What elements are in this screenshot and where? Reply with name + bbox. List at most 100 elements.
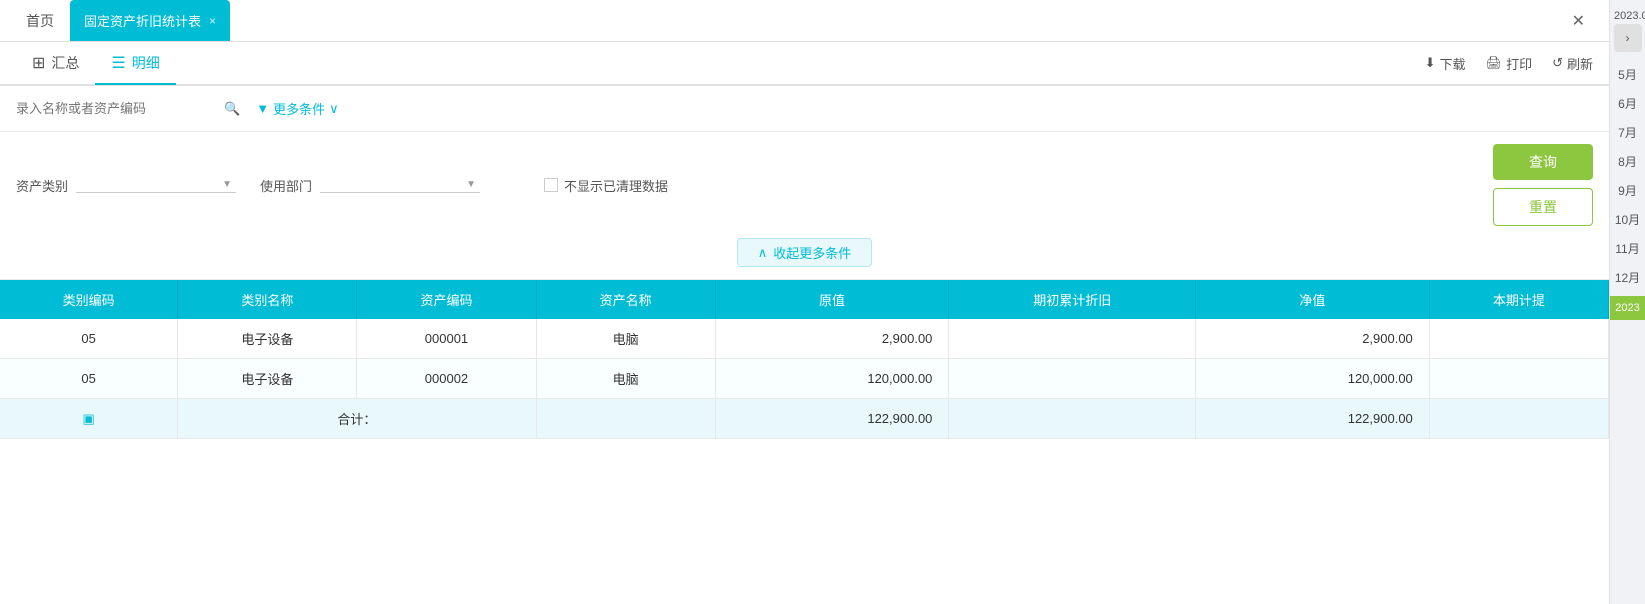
tab-active[interactable]: 固定资产折旧统计表 × bbox=[70, 0, 230, 41]
col-asset-code: 资产编码 bbox=[357, 280, 536, 319]
cell-net-value: 120,000.00 bbox=[1196, 359, 1430, 399]
department-select[interactable]: ▼ bbox=[320, 177, 480, 193]
total-label-cell: 合计： bbox=[178, 399, 536, 439]
cell-net-value: 2,900.00 bbox=[1196, 319, 1430, 359]
tab-detail[interactable]: ☰ 明细 bbox=[95, 43, 175, 85]
sidebar-month-item[interactable]: 9月 bbox=[1615, 176, 1640, 205]
col-category-code: 类别编码 bbox=[0, 280, 178, 319]
table-row: 05 电子设备 000001 电脑 2,900.00 2,900.00 bbox=[0, 319, 1609, 359]
tab-detail-label: 明细 bbox=[132, 53, 160, 73]
department-field: 使用部门 ▼ bbox=[260, 176, 480, 195]
table-container: 类别编码 类别名称 资产编码 资产名称 原值 期初累计折旧 净值 本期计提 05… bbox=[0, 280, 1609, 604]
collapse-btn-area: ∧ 收起更多条件 bbox=[16, 238, 1593, 267]
asset-category-label: 资产类别 bbox=[16, 176, 68, 195]
total-accumulated-depreciation bbox=[949, 399, 1196, 439]
hide-cleared-checkbox[interactable] bbox=[544, 178, 558, 192]
table-total-row: ▣ 合计： 122,900.00 122,900.00 bbox=[0, 399, 1609, 439]
sidebar-month-item[interactable]: 10月 bbox=[1615, 205, 1640, 234]
sidebar-year[interactable]: 2023 bbox=[1610, 296, 1645, 320]
sidebar-month-item[interactable]: 5月 bbox=[1615, 60, 1640, 89]
col-net-value: 净值 bbox=[1196, 280, 1430, 319]
refresh-icon: ↺ bbox=[1552, 55, 1563, 71]
detail-icon: ☰ bbox=[111, 53, 125, 73]
refresh-btn[interactable]: ↺ 刷新 bbox=[1552, 54, 1593, 73]
col-current-depreciation: 本期计提 bbox=[1429, 280, 1608, 319]
filter-area: 资产类别 ▼ 使用部门 ▼ 不显示已清理数据 查询 重置 bbox=[0, 132, 1609, 280]
filter-row: 资产类别 ▼ 使用部门 ▼ 不显示已清理数据 查询 重置 bbox=[16, 144, 1593, 226]
download-label: 下载 bbox=[1440, 54, 1466, 73]
cell-category-name: 电子设备 bbox=[178, 359, 357, 399]
sidebar-months: 5月6月7月8月9月10月11月12月 bbox=[1615, 60, 1640, 292]
sidebar-month-item[interactable]: 8月 bbox=[1615, 147, 1640, 176]
download-icon: ⬇ bbox=[1425, 55, 1436, 71]
cell-asset-code: 000002 bbox=[357, 359, 536, 399]
cell-category-name: 电子设备 bbox=[178, 319, 357, 359]
tab-active-label: 固定资产折旧统计表 bbox=[84, 11, 201, 30]
cell-current-depreciation bbox=[1429, 359, 1608, 399]
summary-icon: ⊞ bbox=[32, 53, 45, 73]
sidebar-expand-btn[interactable]: › bbox=[1614, 24, 1642, 52]
collapse-btn[interactable]: ∧ 收起更多条件 bbox=[737, 238, 873, 267]
hide-cleared-label: 不显示已清理数据 bbox=[564, 176, 668, 195]
total-icon-cell: ▣ bbox=[0, 399, 178, 439]
right-sidebar: 2023.01 › 5月6月7月8月9月10月11月12月 2023 bbox=[1609, 0, 1645, 604]
sidebar-month-item[interactable]: 12月 bbox=[1615, 263, 1640, 292]
col-asset-name: 资产名称 bbox=[536, 280, 715, 319]
sidebar-month-item[interactable]: 7月 bbox=[1615, 118, 1640, 147]
print-label: 打印 bbox=[1506, 54, 1532, 73]
download-btn[interactable]: ⬇ 下载 bbox=[1425, 54, 1466, 73]
chevron-down-icon: ∨ bbox=[329, 101, 339, 117]
refresh-label: 刷新 bbox=[1567, 54, 1593, 73]
filter-icon: ▼ bbox=[256, 101, 269, 116]
cell-asset-name: 电脑 bbox=[536, 319, 715, 359]
table-row: 05 电子设备 000002 电脑 120,000.00 120,000.00 bbox=[0, 359, 1609, 399]
col-accumulated-depreciation: 期初累计折旧 bbox=[949, 280, 1196, 319]
cell-category-code: 05 bbox=[0, 319, 178, 359]
cell-accumulated-depreciation bbox=[949, 359, 1196, 399]
search-icon[interactable]: 🔍 bbox=[224, 101, 240, 117]
total-empty1 bbox=[536, 399, 715, 439]
print-btn[interactable]: 🖨 打印 bbox=[1486, 54, 1533, 73]
reset-button[interactable]: 重置 bbox=[1493, 188, 1593, 226]
cell-original-value: 2,900.00 bbox=[715, 319, 949, 359]
department-label: 使用部门 bbox=[260, 176, 312, 195]
collapse-icon: ∧ bbox=[758, 245, 768, 261]
total-net-value: 122,900.00 bbox=[1196, 399, 1430, 439]
table-body: 05 电子设备 000001 电脑 2,900.00 2,900.00 05 电… bbox=[0, 319, 1609, 439]
more-conditions-btn[interactable]: ▼ 更多条件 ∨ bbox=[256, 99, 338, 118]
cell-current-depreciation bbox=[1429, 319, 1608, 359]
tab-home[interactable]: 首页 bbox=[10, 0, 70, 41]
cell-original-value: 120,000.00 bbox=[715, 359, 949, 399]
tab-summary[interactable]: ⊞ 汇总 bbox=[16, 43, 95, 85]
sub-tab-bar: ⊞ 汇总 ☰ 明细 ⬇ 下载 🖨 打印 ↺ 刷新 bbox=[0, 42, 1609, 86]
tab-close-btn[interactable]: × bbox=[209, 14, 216, 28]
asset-category-select[interactable]: ▼ bbox=[76, 177, 236, 193]
sidebar-date-label: 2023.01 bbox=[1610, 8, 1645, 24]
sidebar-month-item[interactable]: 6月 bbox=[1615, 89, 1640, 118]
total-original-value: 122,900.00 bbox=[715, 399, 949, 439]
cell-asset-name: 电脑 bbox=[536, 359, 715, 399]
sidebar-month-item[interactable]: 11月 bbox=[1615, 234, 1640, 263]
more-conditions-label: 更多条件 bbox=[273, 99, 325, 118]
search-bar: 🔍 ▼ 更多条件 ∨ bbox=[0, 86, 1609, 132]
tab-bar: 首页 固定资产折旧统计表 × ✕ bbox=[0, 0, 1609, 42]
cell-accumulated-depreciation bbox=[949, 319, 1196, 359]
collapse-label: 收起更多条件 bbox=[773, 243, 851, 262]
sub-tab-actions: ⬇ 下载 🖨 打印 ↺ 刷新 bbox=[1425, 54, 1593, 73]
table-header: 类别编码 类别名称 资产编码 资产名称 原值 期初累计折旧 净值 本期计提 bbox=[0, 280, 1609, 319]
department-arrow: ▼ bbox=[466, 179, 476, 190]
asset-category-field: 资产类别 ▼ bbox=[16, 176, 236, 195]
window-close-btn[interactable]: ✕ bbox=[1558, 3, 1599, 39]
cell-asset-code: 000001 bbox=[357, 319, 536, 359]
tab-summary-label: 汇总 bbox=[51, 53, 79, 73]
asset-category-arrow: ▼ bbox=[222, 179, 232, 190]
total-current-depreciation bbox=[1429, 399, 1608, 439]
filter-buttons: 查询 重置 bbox=[1493, 144, 1593, 226]
search-input[interactable] bbox=[16, 101, 216, 116]
cell-category-code: 05 bbox=[0, 359, 178, 399]
query-button[interactable]: 查询 bbox=[1493, 144, 1593, 180]
hide-cleared-area: 不显示已清理数据 bbox=[544, 176, 668, 195]
col-category-name: 类别名称 bbox=[178, 280, 357, 319]
print-icon: 🖨 bbox=[1486, 55, 1503, 71]
data-table: 类别编码 类别名称 资产编码 资产名称 原值 期初累计折旧 净值 本期计提 05… bbox=[0, 280, 1609, 439]
